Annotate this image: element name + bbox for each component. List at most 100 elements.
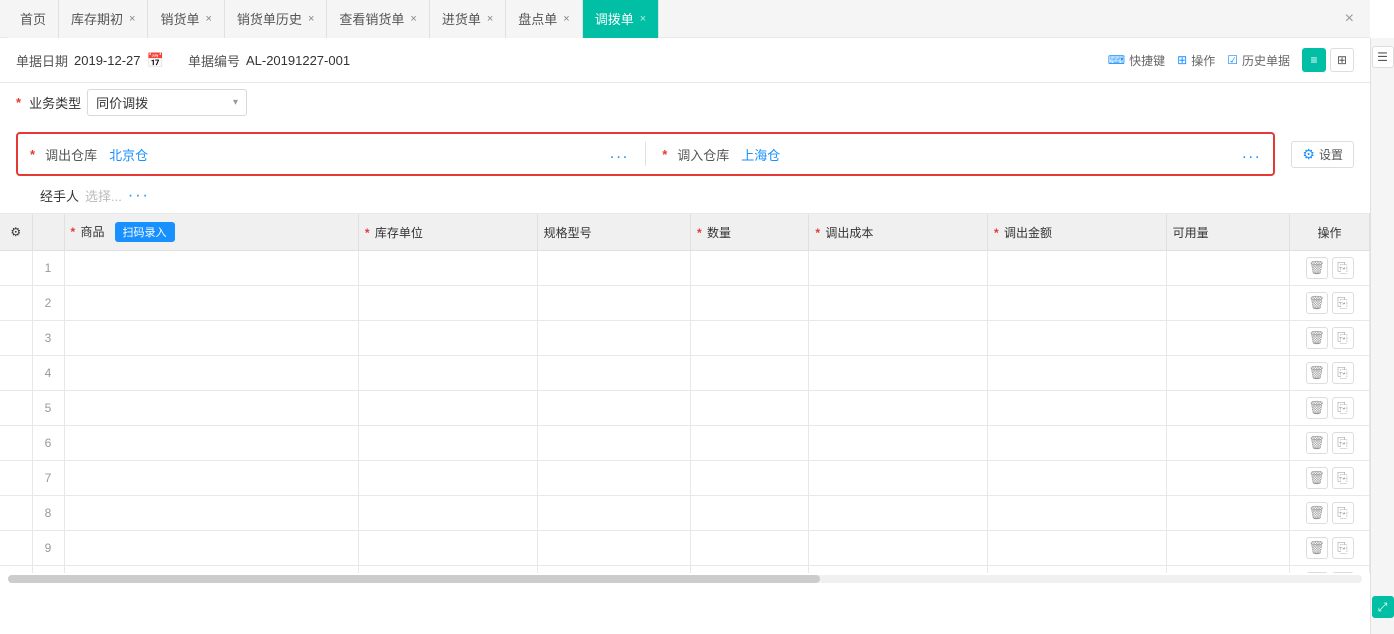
row-amount-3[interactable] [987, 321, 1166, 356]
row-cost-6[interactable] [809, 426, 988, 461]
row-unit-4[interactable] [358, 356, 537, 391]
row-amount-1[interactable] [987, 251, 1166, 286]
row-cost-9[interactable] [809, 531, 988, 566]
row-spec-7[interactable] [537, 461, 690, 496]
row-spec-10[interactable] [537, 566, 690, 574]
row-spec-6[interactable] [537, 426, 690, 461]
row-unit-5[interactable] [358, 391, 537, 426]
row-cost-5[interactable] [809, 391, 988, 426]
row-available-2[interactable] [1166, 286, 1289, 321]
tab-transfer-close[interactable]: × [640, 13, 646, 25]
row-qty-1[interactable] [691, 251, 809, 286]
tab-view-sales[interactable]: 查看销货单 × [327, 0, 429, 38]
row-goods-8[interactable] [64, 496, 358, 531]
agent-more-btn[interactable]: ··· [128, 187, 150, 205]
shortcuts-btn[interactable]: ⌨ 快捷键 [1108, 52, 1165, 69]
copy-icon[interactable]: ⎘ [1332, 572, 1354, 573]
calendar-icon[interactable]: 📅 [147, 52, 164, 69]
row-available-9[interactable] [1166, 531, 1289, 566]
tab-home[interactable]: 首页 [8, 0, 59, 38]
warehouse-in-more-btn[interactable]: ... [1242, 145, 1261, 163]
row-unit-8[interactable] [358, 496, 537, 531]
biz-type-select[interactable]: 同价调拨 ▾ [87, 89, 247, 116]
row-qty-8[interactable] [691, 496, 809, 531]
row-spec-5[interactable] [537, 391, 690, 426]
tab-stocktake-close[interactable]: × [563, 13, 569, 25]
row-spec-4[interactable] [537, 356, 690, 391]
row-unit-9[interactable] [358, 531, 537, 566]
row-goods-1[interactable] [64, 251, 358, 286]
grid-view-btn[interactable]: ⊞ [1330, 48, 1354, 72]
row-available-4[interactable] [1166, 356, 1289, 391]
row-goods-4[interactable] [64, 356, 358, 391]
row-goods-3[interactable] [64, 321, 358, 356]
row-unit-3[interactable] [358, 321, 537, 356]
row-goods-6[interactable] [64, 426, 358, 461]
row-goods-2[interactable] [64, 286, 358, 321]
row-available-6[interactable] [1166, 426, 1289, 461]
row-cost-8[interactable] [809, 496, 988, 531]
copy-icon[interactable]: ⎘ [1332, 397, 1354, 419]
sidebar-list-icon[interactable]: ☰ [1372, 46, 1394, 68]
delete-icon[interactable]: 🗑 [1306, 467, 1328, 489]
row-cost-2[interactable] [809, 286, 988, 321]
row-available-10[interactable] [1166, 566, 1289, 574]
copy-icon[interactable]: ⎘ [1332, 432, 1354, 454]
tab-sales-history-close[interactable]: × [308, 13, 314, 25]
row-amount-7[interactable] [987, 461, 1166, 496]
row-goods-10[interactable] [64, 566, 358, 574]
row-amount-8[interactable] [987, 496, 1166, 531]
row-available-1[interactable] [1166, 251, 1289, 286]
row-spec-1[interactable] [537, 251, 690, 286]
col-settings[interactable]: ⚙ [0, 214, 32, 251]
delete-icon[interactable]: 🗑 [1306, 432, 1328, 454]
delete-icon[interactable]: 🗑 [1306, 502, 1328, 524]
row-available-7[interactable] [1166, 461, 1289, 496]
warehouse-out-more-btn[interactable]: ... [610, 145, 629, 163]
operations-btn[interactable]: ⊞ 操作 [1177, 52, 1215, 69]
row-spec-9[interactable] [537, 531, 690, 566]
row-cost-1[interactable] [809, 251, 988, 286]
close-all-button[interactable]: × [1337, 10, 1362, 28]
row-unit-10[interactable] [358, 566, 537, 574]
row-qty-7[interactable] [691, 461, 809, 496]
copy-icon[interactable]: ⎘ [1332, 362, 1354, 384]
tab-stocktake[interactable]: 盘点单 × [506, 0, 582, 38]
row-unit-2[interactable] [358, 286, 537, 321]
row-spec-3[interactable] [537, 321, 690, 356]
row-cost-3[interactable] [809, 321, 988, 356]
copy-icon[interactable]: ⎘ [1332, 502, 1354, 524]
row-available-5[interactable] [1166, 391, 1289, 426]
delete-icon[interactable]: 🗑 [1306, 362, 1328, 384]
horizontal-scrollbar[interactable] [8, 575, 1362, 583]
row-amount-6[interactable] [987, 426, 1166, 461]
scan-entry-btn[interactable]: 扫码录入 [115, 222, 175, 242]
row-qty-4[interactable] [691, 356, 809, 391]
tab-sales-order-close[interactable]: × [205, 13, 211, 25]
agent-input[interactable]: 选择... [85, 186, 122, 205]
delete-icon[interactable]: 🗑 [1306, 257, 1328, 279]
row-available-8[interactable] [1166, 496, 1289, 531]
row-amount-4[interactable] [987, 356, 1166, 391]
tab-view-sales-close[interactable]: × [410, 13, 416, 25]
row-cost-4[interactable] [809, 356, 988, 391]
row-goods-9[interactable] [64, 531, 358, 566]
tab-transfer[interactable]: 调拨单 × [583, 0, 659, 38]
row-unit-1[interactable] [358, 251, 537, 286]
row-amount-9[interactable] [987, 531, 1166, 566]
row-amount-10[interactable] [987, 566, 1166, 574]
row-available-3[interactable] [1166, 321, 1289, 356]
row-qty-9[interactable] [691, 531, 809, 566]
copy-icon[interactable]: ⎘ [1332, 257, 1354, 279]
row-qty-5[interactable] [691, 391, 809, 426]
row-qty-2[interactable] [691, 286, 809, 321]
delete-icon[interactable]: 🗑 [1306, 397, 1328, 419]
row-qty-10[interactable] [691, 566, 809, 574]
tab-inventory-init[interactable]: 库存期初 × [59, 0, 148, 38]
row-unit-6[interactable] [358, 426, 537, 461]
list-view-btn[interactable]: ≡ [1302, 48, 1326, 72]
delete-icon[interactable]: 🗑 [1306, 572, 1328, 573]
history-btn[interactable]: ☑ 历史单据 [1227, 52, 1290, 69]
copy-icon[interactable]: ⎘ [1332, 467, 1354, 489]
row-amount-2[interactable] [987, 286, 1166, 321]
